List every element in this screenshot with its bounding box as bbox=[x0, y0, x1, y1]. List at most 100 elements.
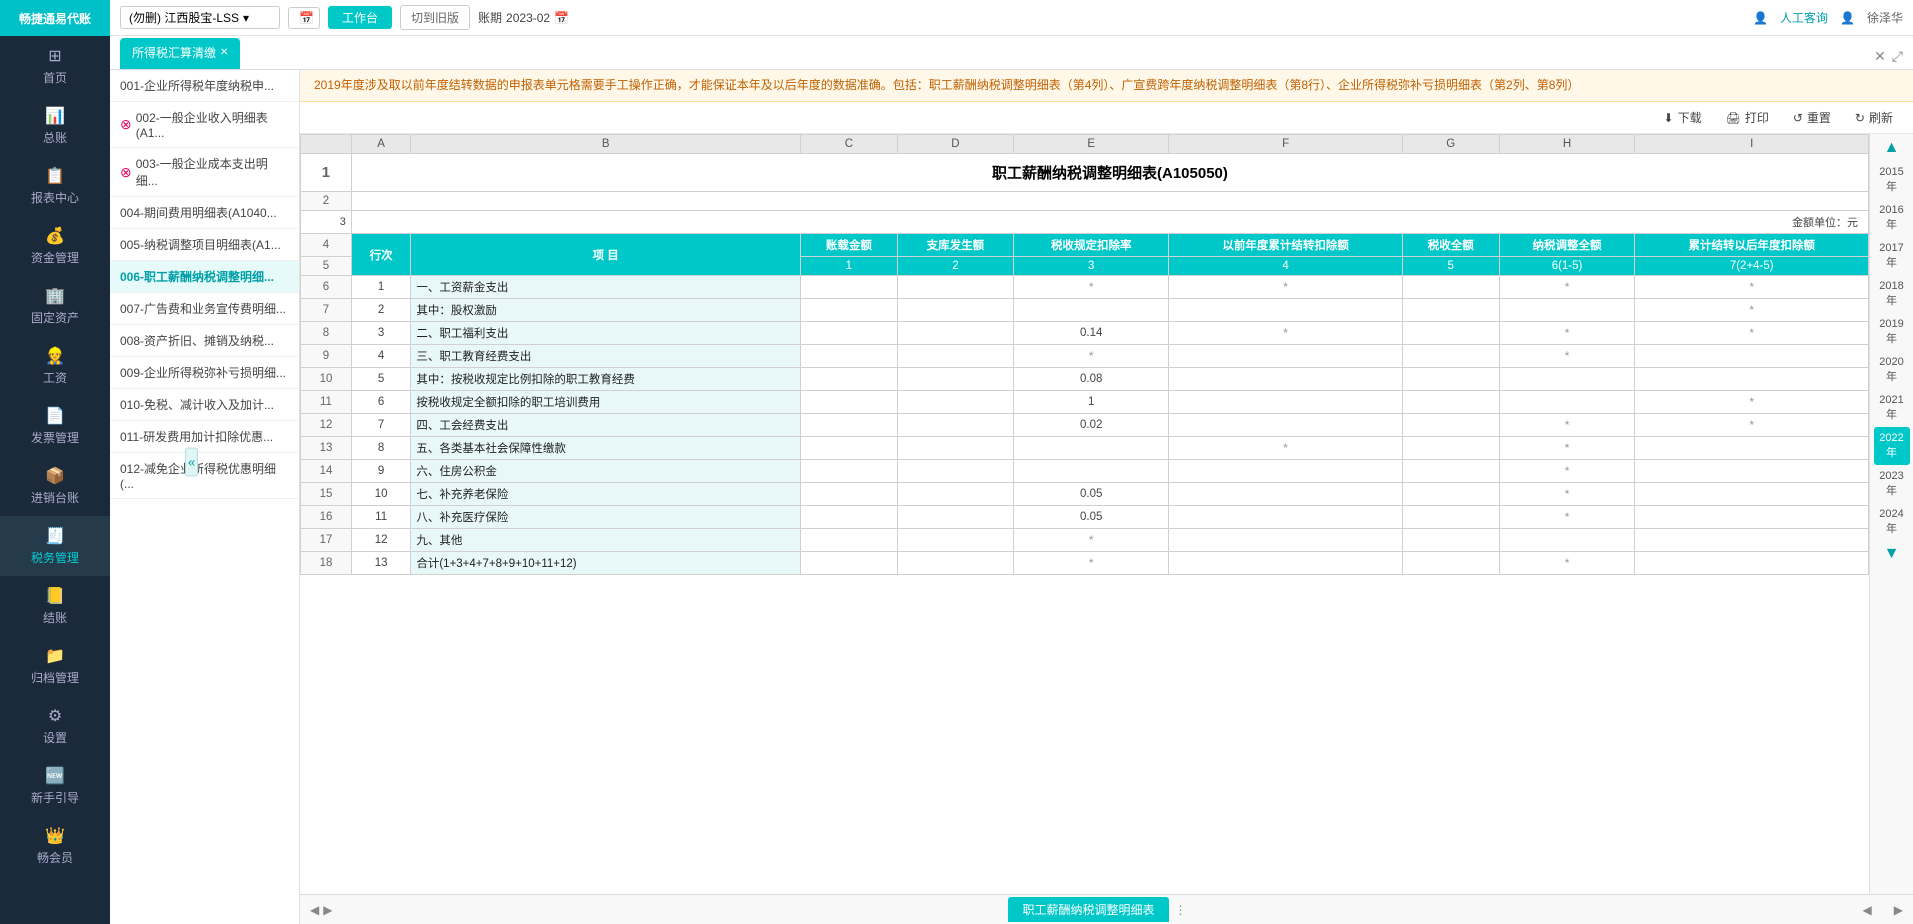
reset-button[interactable]: ↺ 重置 bbox=[1787, 107, 1837, 128]
sidebar-item-畅会员[interactable]: 👑畅会员 bbox=[0, 816, 110, 876]
support-button[interactable]: 人工客询 bbox=[1780, 9, 1828, 26]
year-button[interactable]: 2022年 bbox=[1874, 427, 1910, 465]
left-panel-item[interactable]: ⊗002-一般企业收入明细表(A1... bbox=[110, 102, 299, 148]
tab-close[interactable]: ✕ bbox=[220, 47, 228, 58]
calendar-icon-btn[interactable]: 📅 bbox=[288, 7, 320, 29]
workspace-button[interactable]: 工作台 bbox=[328, 6, 392, 29]
download-button[interactable]: ⬇ 下载 bbox=[1658, 107, 1708, 128]
year-up-button[interactable]: ▲ bbox=[1881, 136, 1903, 160]
sidebar-item-结账[interactable]: 📒结账 bbox=[0, 576, 110, 636]
col-header-3: 税收规定扣除率 bbox=[1014, 234, 1169, 257]
year-button[interactable]: 2018年 bbox=[1874, 275, 1910, 313]
scroll-right-icon[interactable]: ▶ bbox=[323, 903, 332, 917]
table-row: 14 9 六、住房公积金 * bbox=[301, 460, 1869, 483]
year-button[interactable]: 2017年 bbox=[1874, 237, 1910, 275]
sidebar-item-新手引导[interactable]: 🆕新手引导 bbox=[0, 756, 110, 816]
col-header-1: 账载金额 bbox=[801, 234, 898, 257]
reset-icon: ↺ bbox=[1793, 111, 1803, 125]
year-button[interactable]: 2020年 bbox=[1874, 351, 1910, 389]
col-header-row bbox=[301, 135, 352, 154]
table-row: 10 5 其中：按税收规定比例扣除的职工教育经费 0.08 bbox=[301, 368, 1869, 391]
left-panel-item[interactable]: ⊗003-一般企业成本支出明细... bbox=[110, 148, 299, 197]
sheet-tab-active[interactable]: 职工薪酬纳税调整明细表 bbox=[1008, 897, 1168, 922]
col-sub-2: 2 bbox=[897, 257, 1013, 276]
bottom-tabbar: ◀ ▶ 职工薪酬纳税调整明细表 ⋮ ◀ ▶ bbox=[300, 894, 1913, 924]
app-logo: 畅捷通易代账 bbox=[0, 0, 110, 36]
sidebar-item-报表中心[interactable]: 📋报表中心 bbox=[0, 156, 110, 216]
spreadsheet: A B C D E F G H I bbox=[300, 134, 1869, 575]
year-button[interactable]: 2021年 bbox=[1874, 389, 1910, 427]
tab-所得税汇算清缴[interactable]: 所得税汇算清缴✕ bbox=[120, 38, 240, 69]
sheet-menu-icon[interactable]: ⋮ bbox=[1175, 903, 1187, 917]
col-sub-4: 4 bbox=[1169, 257, 1402, 276]
sidebar: 畅捷通易代账 ⊞首页📊总账📋报表中心💰资金管理🏢固定资产👷工资📄发票管理📦进销台… bbox=[0, 0, 110, 924]
table-row: 8 3 二、职工福利支出 0.14 * * * bbox=[301, 322, 1869, 345]
sidebar-item-总账[interactable]: 📊总账 bbox=[0, 96, 110, 156]
error-icon: ⊗ bbox=[120, 116, 132, 133]
left-panel-item[interactable]: 004-期间费用明细表(A1040... bbox=[110, 197, 299, 229]
user-name: 徐泽华 bbox=[1867, 9, 1903, 26]
topbar-right: 👤 人工客询 👤 徐泽华 bbox=[1753, 9, 1903, 26]
scroll-left-icon[interactable]: ◀ bbox=[310, 903, 319, 917]
year-button[interactable]: 2015年 bbox=[1874, 161, 1910, 199]
col-sub-5: 5 bbox=[1402, 257, 1499, 276]
print-icon: 🖨 bbox=[1726, 111, 1741, 125]
main-content: (勿删) 江西股宝-LSS ▾ 📅 工作台 切到旧版 账期 2023-02 📅 … bbox=[110, 0, 1913, 924]
col-sub-3: 3 bbox=[1014, 257, 1169, 276]
scroll-sheet-right[interactable]: ▶ bbox=[1894, 903, 1903, 917]
topbar: (勿删) 江西股宝-LSS ▾ 📅 工作台 切到旧版 账期 2023-02 📅 … bbox=[110, 0, 1913, 36]
unit-label: 金额单位：元 bbox=[351, 211, 1868, 234]
error-icon: ⊗ bbox=[120, 164, 132, 181]
table-row: 12 7 四、工会经费支出 0.02 * * bbox=[301, 414, 1869, 437]
col-sub-6: 6(1-5) bbox=[1499, 257, 1635, 276]
company-selector[interactable]: (勿删) 江西股宝-LSS ▾ bbox=[120, 6, 280, 29]
year-button[interactable]: 2019年 bbox=[1874, 313, 1910, 351]
col-sub-7: 7(2+4-5) bbox=[1635, 257, 1869, 276]
table-row: 17 12 九、其他 * bbox=[301, 529, 1869, 552]
table-row: 18 13 合计(1+3+4+7+8+9+10+11+12) * * bbox=[301, 552, 1869, 575]
sheet-toolbar: ⬇ 下载 🖨 打印 ↺ 重置 ↻ 刷新 bbox=[300, 102, 1913, 134]
spreadsheet-container[interactable]: A B C D E F G H I bbox=[300, 134, 1869, 894]
sidebar-item-设置[interactable]: ⚙设置 bbox=[0, 696, 110, 756]
left-panel-item[interactable]: 011-研发费用加计扣除优惠... bbox=[110, 421, 299, 453]
left-panel-item[interactable]: 001-企业所得税年度纳税申... bbox=[110, 70, 299, 102]
col-header-7: 累计结转以后年度扣除额 bbox=[1635, 234, 1869, 257]
col-header-2: 支库发生额 bbox=[897, 234, 1013, 257]
sidebar-item-首页[interactable]: ⊞首页 bbox=[0, 36, 110, 96]
tabbar: 首页工资表✕工资统计报表✕发票✕发票测算✕发票开具✕进销稽核✕进销台账✕税表清册… bbox=[110, 36, 1913, 70]
sidebar-item-发票管理[interactable]: 📄发票管理 bbox=[0, 396, 110, 456]
left-panel-item[interactable]: 005-纳税调整项目明细表(A1... bbox=[110, 229, 299, 261]
sidebar-item-归档管理[interactable]: 📁归档管理 bbox=[0, 636, 110, 696]
col-header-item: 项 目 bbox=[411, 234, 801, 276]
refresh-button[interactable]: ↻ 刷新 bbox=[1849, 107, 1899, 128]
left-panel-item[interactable]: 012-减免企业所得税优惠明细(... bbox=[110, 453, 299, 499]
year-button[interactable]: 2024年 bbox=[1874, 503, 1910, 541]
sidebar-item-资金管理[interactable]: 💰资金管理 bbox=[0, 216, 110, 276]
sidebar-item-进销台账[interactable]: 📦进销台账 bbox=[0, 456, 110, 516]
year-button[interactable]: 2023年 bbox=[1874, 465, 1910, 503]
left-panel-item[interactable]: 009-企业所得税弥补亏损明细... bbox=[110, 357, 299, 389]
left-panel-item[interactable]: 010-免税、减计收入及加计... bbox=[110, 389, 299, 421]
col-header-4: 以前年度累计结转扣除额 bbox=[1169, 234, 1402, 257]
sidebar-item-固定资产[interactable]: 🏢固定资产 bbox=[0, 276, 110, 336]
left-panel-item[interactable]: 007-广告费和业务宣传费明细... bbox=[110, 293, 299, 325]
sidebar-item-工资[interactable]: 👷工资 bbox=[0, 336, 110, 396]
sidebar-item-税务管理[interactable]: 🧾税务管理 bbox=[0, 516, 110, 576]
col-header-5: 税收全额 bbox=[1402, 234, 1499, 257]
warning-banner: 2019年度涉及取以前年度结转数据的申报表单元格需要手工操作正确，才能保证本年及… bbox=[300, 70, 1913, 102]
period-selector[interactable]: 账期 2023-02 📅 bbox=[478, 9, 569, 26]
col-sub-1: 1 bbox=[801, 257, 898, 276]
collapse-panel-button[interactable]: « bbox=[185, 448, 198, 477]
refresh-icon: ↻ bbox=[1855, 111, 1865, 125]
tab-close-icon[interactable]: ✕ bbox=[1874, 48, 1886, 65]
table-row: 9 4 三、职工教育经费支出 * * bbox=[301, 345, 1869, 368]
old-version-button[interactable]: 切到旧版 bbox=[400, 5, 470, 30]
print-button[interactable]: 🖨 打印 bbox=[1720, 107, 1775, 128]
left-panel-item[interactable]: 006-职工薪酬纳税调整明细... bbox=[110, 261, 299, 293]
table-row: 6 1 一、工资薪金支出 * * * * bbox=[301, 276, 1869, 299]
tab-expand-icon[interactable]: ⤢ bbox=[1892, 48, 1903, 65]
year-button[interactable]: 2016年 bbox=[1874, 199, 1910, 237]
left-panel-item[interactable]: 008-资产折旧、摊销及纳税... bbox=[110, 325, 299, 357]
scroll-sheet-left[interactable]: ◀ bbox=[1863, 903, 1872, 917]
year-down-button[interactable]: ▼ bbox=[1881, 542, 1903, 566]
